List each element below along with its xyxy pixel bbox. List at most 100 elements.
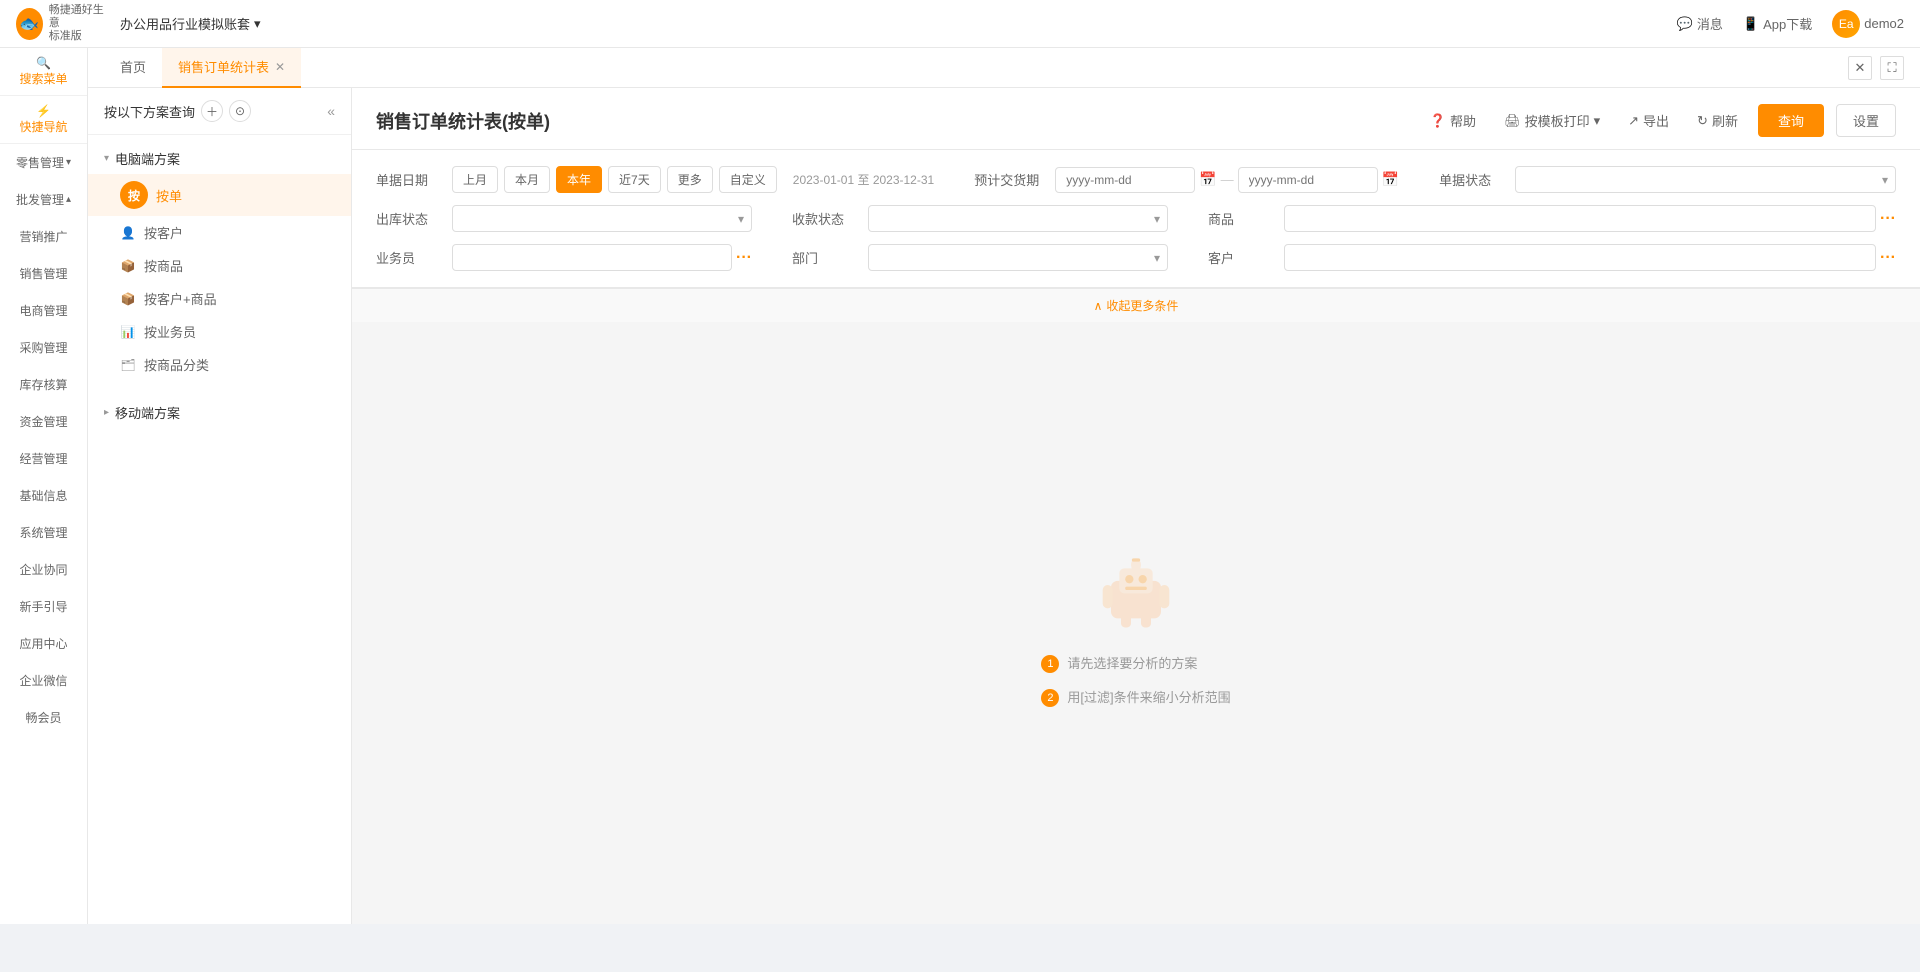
date-btn-custom[interactable]: 自定义 <box>719 166 777 193</box>
collapse-more-conditions[interactable]: ∧ 收起更多条件 <box>352 288 1920 322</box>
empty-illustration <box>1086 535 1186 635</box>
customer-label: 客户 <box>1208 248 1268 267</box>
tab-home[interactable]: 首页 <box>104 48 162 88</box>
receive-status-select[interactable] <box>868 205 1168 232</box>
sidebar-item-basic[interactable]: 基础信息 <box>0 477 87 514</box>
sidebar-item-purchase[interactable]: 采购管理 <box>0 329 87 366</box>
help-icon: ❓ <box>1430 113 1446 129</box>
workspace-selector[interactable]: 办公用品行业模拟账套 ▾ <box>120 14 261 33</box>
tree-item-by-customer-product[interactable]: 📦 按客户+商品 <box>88 282 351 315</box>
tab-close-button[interactable]: ✕ <box>1848 56 1872 80</box>
sidebar-item-system[interactable]: 系统管理 <box>0 514 87 551</box>
user-menu[interactable]: Ea demo2 <box>1832 10 1904 38</box>
product-more-button[interactable]: ··· <box>1880 210 1896 228</box>
product-icon: 📦 <box>120 258 136 274</box>
active-item-icon: 按 <box>120 181 148 209</box>
status-label: 单据状态 <box>1439 170 1499 189</box>
date-btn-this-month[interactable]: 本月 <box>504 166 550 193</box>
logo-area: 🐟 畅捷通好生意 标准版 <box>16 4 104 44</box>
logo-icon: 🐟 <box>16 8 43 40</box>
calendar-icon-start[interactable]: 📅 <box>1199 171 1216 188</box>
tree-section-mobile-header[interactable]: ▸ 移动端方案 <box>88 397 351 428</box>
tab-maximize-button[interactable]: ⛶ <box>1880 56 1904 80</box>
receive-status-wrapper: ▾ <box>868 205 1168 232</box>
sidebar-quick-nav[interactable]: ⚡ 快捷导航 <box>0 96 87 144</box>
sidebar-item-operation[interactable]: 经营管理 <box>0 440 87 477</box>
sidebar-item-retail[interactable]: 零售管理 ▾ <box>0 144 87 181</box>
expected-date-end[interactable] <box>1238 167 1378 193</box>
sidebar-search[interactable]: 🔍 搜索菜单 <box>0 48 87 96</box>
panel-collapse-button[interactable]: « <box>327 103 335 119</box>
template-print-button[interactable]: 🖨 按模板打印 ▾ <box>1496 107 1608 134</box>
customer-product-icon: 📦 <box>120 291 136 307</box>
sidebar: 🔍 搜索菜单 ⚡ 快捷导航 零售管理 ▾ 批发管理 ▴ 营销推广 销售管理 电商… <box>0 48 88 924</box>
refresh-icon: ↻ <box>1697 113 1708 129</box>
tree-item-by-product[interactable]: 📦 按商品 <box>88 249 351 282</box>
sidebar-item-sales[interactable]: 销售管理 <box>0 255 87 292</box>
print-icon: 🖨 <box>1504 113 1521 129</box>
chevron-up-icon: ▴ <box>66 194 71 205</box>
left-panel-header: 按以下方案查询 ＋ ⊙ « <box>88 88 351 135</box>
sidebar-item-newbie[interactable]: 新手引导 <box>0 588 87 625</box>
department-select[interactable] <box>868 244 1168 271</box>
calendar-icon-end[interactable]: 📅 <box>1382 171 1399 188</box>
tab-close-icon[interactable]: ✕ <box>275 60 285 74</box>
add-scheme-button[interactable]: ＋ <box>201 100 223 122</box>
sidebar-item-appstore[interactable]: 应用中心 <box>0 625 87 662</box>
tree-item-by-customer[interactable]: 👤 按客户 <box>88 216 351 249</box>
sidebar-item-member[interactable]: 畅会员 <box>0 699 87 736</box>
sidebar-item-enterprise[interactable]: 企业协同 <box>0 551 87 588</box>
message-button[interactable]: 💬 消息 <box>1677 14 1723 33</box>
sidebar-item-wholesale[interactable]: 批发管理 ▴ <box>0 181 87 218</box>
date-btn-7days[interactable]: 近7天 <box>608 166 661 193</box>
sidebar-item-marketing[interactable]: 营销推广 <box>0 218 87 255</box>
product-wrapper: ··· <box>1284 205 1896 232</box>
tab-stats[interactable]: 销售订单统计表 ✕ <box>162 48 301 88</box>
export-button[interactable]: ↗ 导出 <box>1620 107 1677 134</box>
date-range-text: 2023-01-01 至 2023-12-31 <box>793 171 934 188</box>
top-header: 🐟 畅捷通好生意 标准版 办公用品行业模拟账套 ▾ 💬 消息 📱 App下载 E… <box>0 0 1920 48</box>
avatar: Ea <box>1832 10 1860 38</box>
app-download-button[interactable]: 📱 App下载 <box>1743 14 1812 33</box>
category-icon: 🗂 <box>120 357 136 373</box>
product-input[interactable] <box>1284 205 1876 232</box>
tree-section-mobile: ▸ 移动端方案 <box>88 389 351 436</box>
customer-input[interactable] <box>1284 244 1876 271</box>
logo-text: 畅捷通好生意 标准版 <box>49 4 104 44</box>
salesperson-icon: 📊 <box>120 324 136 340</box>
empty-tips: 1 请先选择要分析的方案 2 用[过滤]条件来缩小分析范围 <box>1041 651 1230 711</box>
status-select[interactable] <box>1515 166 1896 193</box>
query-button[interactable]: 查询 <box>1758 104 1824 137</box>
edit-scheme-button[interactable]: ⊙ <box>229 100 251 122</box>
tree-section-pc-label: 电脑端方案 <box>115 149 180 168</box>
date-btn-this-year[interactable]: 本年 <box>556 166 602 193</box>
filter-area: 单据日期 上月 本月 本年 近7天 更多 自定义 2023-01-01 至 20… <box>352 150 1920 288</box>
filter-row-3: 业务员 ··· 部门 ▾ 客户 ··· <box>376 244 1896 271</box>
ship-status-wrapper: ▾ <box>452 205 752 232</box>
refresh-button[interactable]: ↻ 刷新 <box>1689 107 1746 134</box>
ship-status-select[interactable] <box>452 205 752 232</box>
date-btn-more[interactable]: 更多 <box>667 166 713 193</box>
sidebar-item-finance[interactable]: 资金管理 <box>0 403 87 440</box>
settings-button[interactable]: 设置 <box>1836 104 1896 137</box>
salesperson-input[interactable] <box>452 244 732 271</box>
salesperson-label: 业务员 <box>376 248 436 267</box>
date-input-group: 📅 — 📅 <box>1055 167 1399 193</box>
tree-item-by-category[interactable]: 🗂 按商品分类 <box>88 348 351 381</box>
expected-date-start[interactable] <box>1055 167 1195 193</box>
chevron-down-icon: ▾ <box>1594 113 1601 129</box>
sidebar-item-ecommerce[interactable]: 电商管理 <box>0 292 87 329</box>
tree-section-pc-header[interactable]: ▾ 电脑端方案 <box>88 143 351 174</box>
status-select-wrapper: ▾ <box>1515 166 1896 193</box>
tree-item-by-salesperson[interactable]: 📊 按业务员 <box>88 315 351 348</box>
tree-item-by-order[interactable]: 按 按单 <box>88 174 351 216</box>
sidebar-item-wechat[interactable]: 企业微信 <box>0 662 87 699</box>
date-btn-last-month[interactable]: 上月 <box>452 166 498 193</box>
main-content: 首页 销售订单统计表 ✕ ✕ ⛶ 按以下方案查询 ＋ ⊙ « ▾ 电脑端方案 <box>88 48 1920 924</box>
date-label: 单据日期 <box>376 170 436 189</box>
sidebar-item-inventory[interactable]: 库存核算 <box>0 366 87 403</box>
header-right: 💬 消息 📱 App下载 Ea demo2 <box>1677 10 1904 38</box>
help-button[interactable]: ❓ 帮助 <box>1422 107 1484 134</box>
salesperson-more-button[interactable]: ··· <box>736 249 752 267</box>
customer-more-button[interactable]: ··· <box>1880 249 1896 267</box>
